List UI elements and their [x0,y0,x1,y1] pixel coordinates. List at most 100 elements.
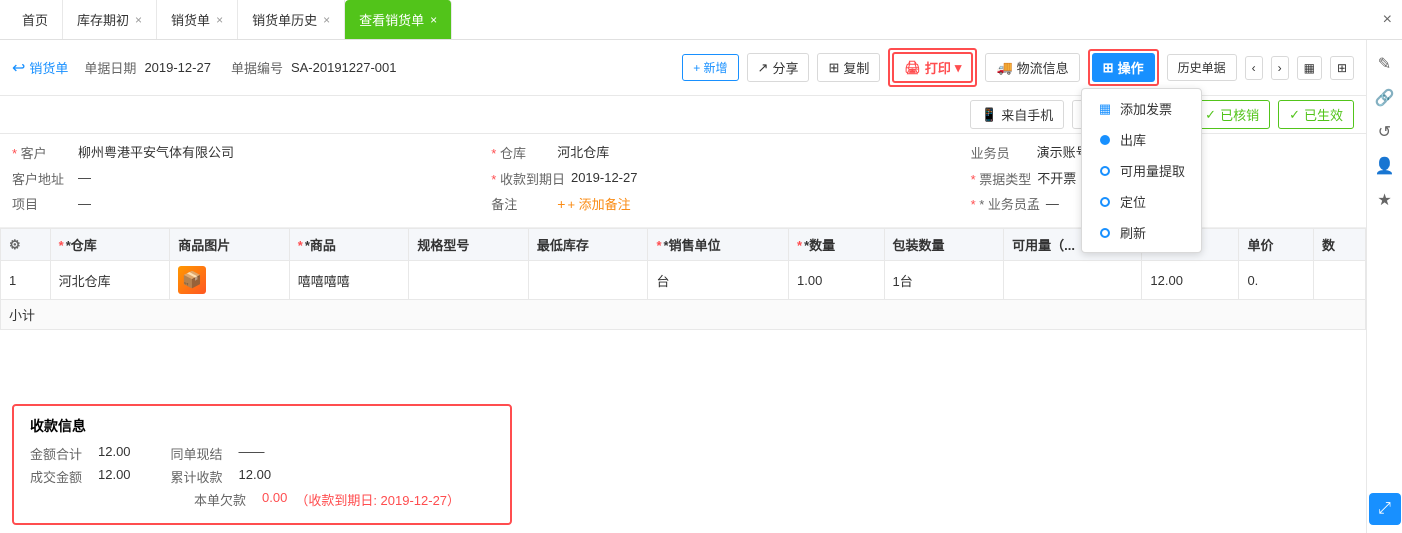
payment-info-box: 收款信息 金额合计 12.00 同单现结 —— 成交金额 12.00 累计收款 [12,404,512,525]
menu-item-outbound[interactable]: 出库 [1082,124,1201,155]
th-min-stock: 最低库存 [528,229,648,261]
tab-inventory-close[interactable]: × [135,13,142,27]
doc-number-value: SA-20191227-001 [291,60,397,75]
sidebar-edit-icon[interactable]: ✎ [1369,48,1401,80]
tab-view-sales[interactable]: 查看销货单 × [345,0,452,39]
from-phone-button[interactable]: 📱 来自手机 [970,100,1064,129]
cell-qty: 1.00 [789,261,885,300]
menu-item-add-invoice[interactable]: ▦ 添加发票 [1082,93,1201,124]
remark-label: 备注 [491,194,551,213]
sidebar-link-icon[interactable]: 🔗 [1369,82,1401,114]
th-product: *商品 [289,229,409,261]
sidebar-refresh-icon[interactable]: ↺ [1369,116,1401,148]
total-field: 金额合计 12.00 [30,444,131,463]
warehouse-field: 仓库 河北仓库 [491,142,970,162]
same-order-label: 同单现结 [171,444,231,463]
tab-sales-history[interactable]: 销货单历史 × [238,0,345,39]
tab-home[interactable]: 首页 [8,0,63,39]
deal-amount-field: 成交金额 12.00 [30,467,131,486]
project-field: 项目 — [12,194,491,213]
right-sidebar: ✎ 🔗 ↺ 👤 ★ ⤢ [1366,40,1402,533]
settings-icon[interactable]: ⚙ [9,237,21,252]
salesperson-value: — [1046,196,1059,212]
tab-view-sales-close[interactable]: × [430,13,437,27]
doc-type-label: 销货单 [29,58,68,77]
tab-inventory[interactable]: 库存期初 × [63,0,157,39]
effective-button[interactable]: ✓ 已生效 [1278,100,1354,129]
total-value: 12.00 [98,444,131,463]
th-spec: 规格型号 [409,229,529,261]
sidebar-expand-icon[interactable]: ⤢ [1369,493,1401,525]
payment-date-value[interactable]: 2019-12-27 [571,170,638,186]
add-note-button[interactable]: + + 添加备注 [557,194,630,213]
canceled-button[interactable]: ✓ 已核销 [1194,100,1270,129]
grid1-button[interactable]: ▦ [1297,56,1322,80]
payment-title: 收款信息 [30,416,494,436]
tab-sales-history-label: 销货单历史 [252,10,317,29]
canceled-icon: ✓ [1205,107,1216,123]
doc-date-label: 单据日期 [84,58,136,77]
tab-sales-history-close[interactable]: × [323,13,330,27]
deal-amount-value: 12.00 [98,467,131,486]
refresh-icon [1098,226,1112,240]
ops-highlight-box: ⊞ 操作 [1088,49,1159,86]
print-button[interactable]: 🖨 打印 ▾ [892,52,973,83]
th-unit: *销售单位 [648,229,789,261]
print-highlight-box: 🖨 打印 ▾ [888,48,977,87]
payment-row-1: 金额合计 12.00 同单现结 —— [30,444,494,463]
total-label: 金额合计 [30,444,90,463]
th-settings[interactable]: ⚙ [1,229,51,261]
payment-row-3: 本单欠款 0.00 （收款到期日: 2019-12-27） [30,490,494,509]
ticket-type-value[interactable]: 不开票 [1037,168,1076,188]
cell-extra [1313,261,1365,300]
next-button[interactable]: › [1271,56,1289,80]
same-order-value: —— [239,444,265,463]
cell-pkg-qty: 1台 [884,261,1004,300]
customer-field: 客户 柳州粤港平安气体有限公司 [12,142,491,162]
tab-bar-close-button[interactable]: × [1383,11,1392,29]
address-field: 客户地址 — [12,169,491,188]
prev-button[interactable]: ‹ [1245,56,1263,80]
customer-value[interactable]: 柳州粤港平安气体有限公司 [78,142,234,162]
new-button[interactable]: + 新增 [682,54,738,81]
share-button[interactable]: ↗ 分享 [747,53,810,82]
ops-icon: ⊞ [1103,60,1114,76]
project-label: 项目 [12,194,72,213]
share-icon: ↗ [758,60,769,76]
cell-warehouse: 河北仓库 [50,261,170,300]
th-pkg-qty: 包装数量 [884,229,1004,261]
address-value: — [78,170,91,186]
payment-row-2: 成交金额 12.00 累计收款 12.00 [30,467,494,486]
menu-item-refresh[interactable]: 刷新 [1082,217,1201,248]
th-price: 单价 [1239,229,1314,261]
locate-icon [1098,195,1112,209]
outbound-icon [1098,133,1112,147]
copy-button[interactable]: ⊞ 复制 [817,53,880,82]
product-image: 📦 [178,266,206,294]
menu-item-locate[interactable]: 定位 [1082,186,1201,217]
tab-inventory-label: 库存期初 [77,10,129,29]
sidebar-star-icon[interactable]: ★ [1369,184,1401,216]
warehouse-value[interactable]: 河北仓库 [557,142,609,162]
cell-product-img: 📦 [170,261,290,300]
subtotal-label: 小计 [1,300,1366,330]
salesperson-label: * 业务员孟 [971,194,1040,213]
due-label: 本单欠款 [194,490,254,509]
grid2-button[interactable]: ⊞ [1330,56,1354,80]
th-warehouse: *仓库 [50,229,170,261]
print-icon: 🖨 [904,60,921,76]
history-button[interactable]: 历史单据 [1167,54,1237,81]
tab-sales[interactable]: 销货单 × [157,0,238,39]
sidebar-user-icon[interactable]: 👤 [1369,150,1401,182]
warehouse-label: 仓库 [491,143,551,162]
payment-date-label: 收款到期日 [491,169,565,188]
ticket-type-label: 票据类型 [971,169,1032,188]
logistics-button[interactable]: 🚚 物流信息 [985,53,1079,82]
doc-meta: 单据日期 2019-12-27 单据编号 SA-20191227-001 [84,58,396,77]
cell-spec [409,261,529,300]
cell-available [1004,261,1142,300]
th-extra: 数 [1313,229,1365,261]
tab-sales-close[interactable]: × [216,13,223,27]
menu-item-available-qty[interactable]: 可用量提取 [1082,155,1201,186]
ops-button[interactable]: ⊞ 操作 [1092,53,1155,82]
